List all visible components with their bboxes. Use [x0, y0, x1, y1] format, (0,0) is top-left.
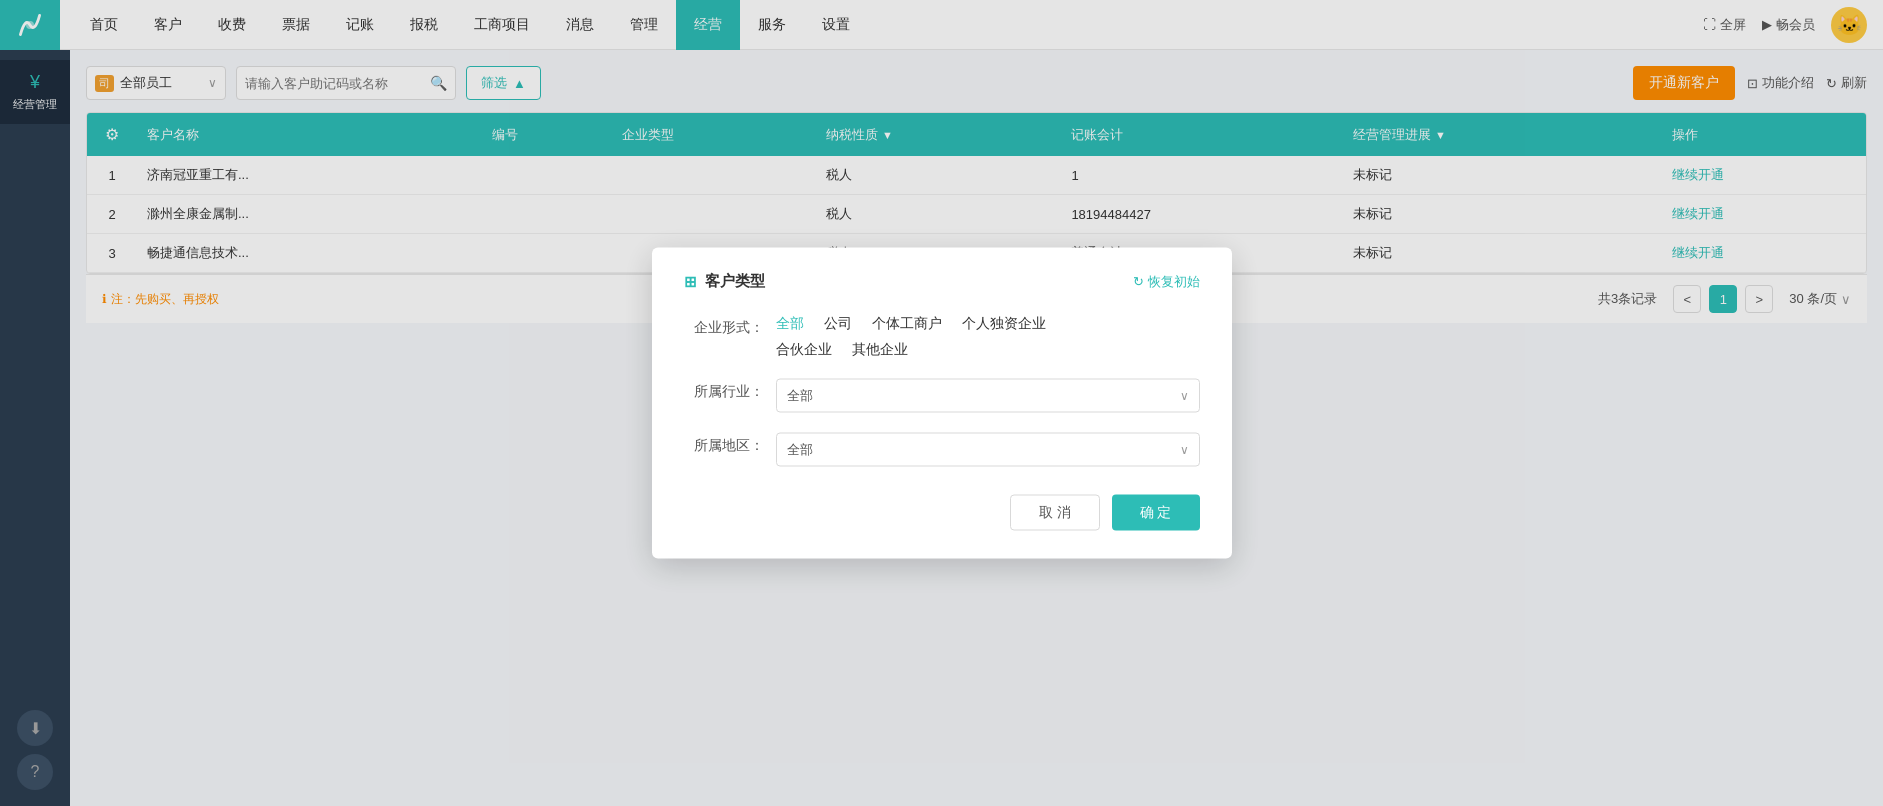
- industry-form-row: 所属行业： 全部 ∨: [684, 379, 1200, 413]
- enterprise-form-label: 企业形式：: [684, 315, 764, 337]
- dialog-footer: 取 消 确 定: [684, 495, 1200, 531]
- type-option-sole[interactable]: 个人独资企业: [962, 315, 1046, 333]
- confirm-button[interactable]: 确 定: [1112, 495, 1200, 531]
- type-option-partnership[interactable]: 合伙企业: [776, 341, 832, 359]
- industry-select[interactable]: 全部 ∨: [776, 379, 1200, 413]
- cancel-button[interactable]: 取 消: [1010, 495, 1100, 531]
- region-content: 全部 ∨: [776, 433, 1200, 467]
- type-option-company[interactable]: 公司: [824, 315, 852, 333]
- region-label: 所属地区：: [684, 433, 764, 455]
- type-option-individual[interactable]: 个体工商户: [872, 315, 942, 333]
- restore-label: 恢复初始: [1148, 272, 1200, 290]
- industry-content: 全部 ∨: [776, 379, 1200, 413]
- enterprise-type-options-2: 合伙企业 其他企业: [776, 341, 1200, 359]
- industry-chevron-icon: ∨: [1180, 389, 1189, 403]
- dialog-title: ⊞ 客户类型: [684, 272, 765, 291]
- dialog-header: ⊞ 客户类型 ↻ 恢复初始: [684, 272, 1200, 291]
- enterprise-form-row: 企业形式： 全部 公司 个体工商户 个人独资企业 合伙企业 其他企业: [684, 315, 1200, 359]
- region-value: 全部: [787, 441, 813, 459]
- restore-icon: ↻: [1133, 274, 1144, 289]
- region-form-row: 所属地区： 全部 ∨: [684, 433, 1200, 467]
- dialog-restore-btn[interactable]: ↻ 恢复初始: [1133, 272, 1200, 290]
- industry-label: 所属行业：: [684, 379, 764, 401]
- enterprise-type-options: 全部 公司 个体工商户 个人独资企业: [776, 315, 1200, 333]
- dialog-title-text: 客户类型: [705, 272, 765, 291]
- region-select[interactable]: 全部 ∨: [776, 433, 1200, 467]
- type-option-all[interactable]: 全部: [776, 315, 804, 333]
- type-option-other[interactable]: 其他企业: [852, 341, 908, 359]
- region-chevron-icon: ∨: [1180, 443, 1189, 457]
- enterprise-form-content: 全部 公司 个体工商户 个人独资企业 合伙企业 其他企业: [776, 315, 1200, 359]
- filter-dialog: ⊞ 客户类型 ↻ 恢复初始 企业形式： 全部 公司 个体工商户 个人独资企业 合…: [652, 248, 1232, 559]
- dialog-title-icon: ⊞: [684, 272, 697, 290]
- industry-value: 全部: [787, 387, 813, 405]
